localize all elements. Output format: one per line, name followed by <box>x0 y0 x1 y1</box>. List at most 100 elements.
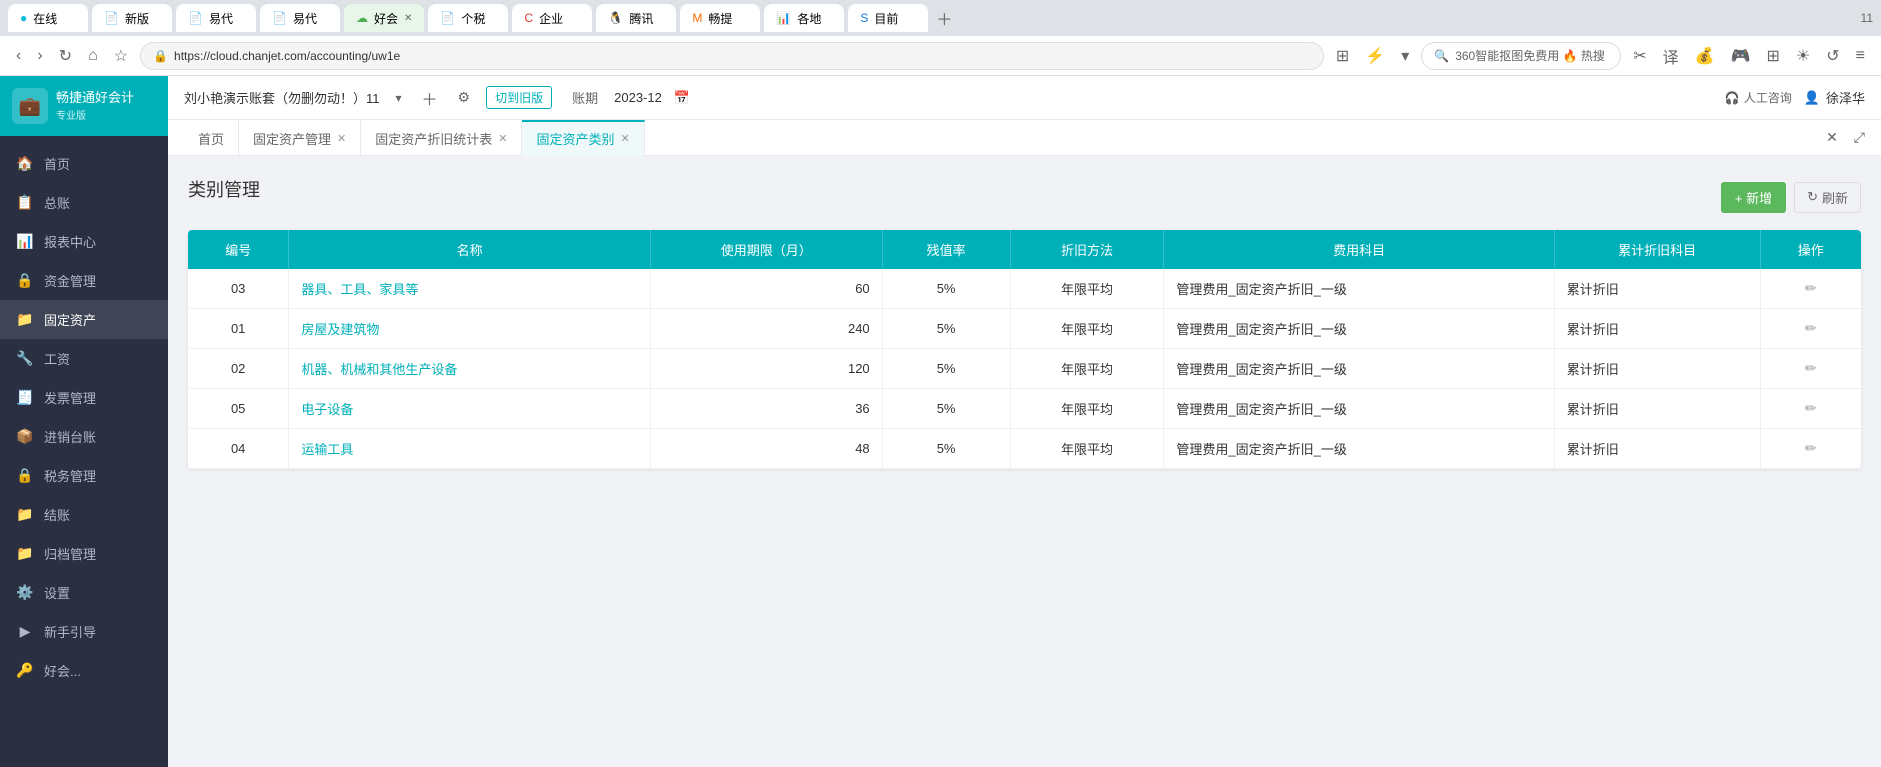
sidebar-item-checkout[interactable]: 📁 结账 <box>0 495 168 534</box>
inventory-icon: 📦 <box>16 428 34 446</box>
new-tab-button[interactable]: ＋ <box>932 2 956 34</box>
tab-fixed-asset-mgmt[interactable]: 固定资产管理 ✕ <box>239 120 361 156</box>
sidebar-item-fixed-assets[interactable]: 📁 固定资产 <box>0 300 168 339</box>
title-row: 类别管理 + 新增 ↻ 刷新 <box>188 176 1861 218</box>
home-button[interactable]: ⌂ <box>84 43 102 69</box>
edit-icon[interactable]: ✏ <box>1805 280 1817 296</box>
translate-button[interactable]: 译 <box>1659 40 1683 72</box>
bookmark-button[interactable]: ☆ <box>110 42 132 70</box>
tab-close-3[interactable]: ✕ <box>621 132 630 145</box>
browser-tab-0[interactable]: ● 在线 <box>8 4 88 32</box>
url-bar[interactable]: 🔒 https://cloud.chanjet.com/accounting/u… <box>140 42 1324 70</box>
grid-button[interactable]: ⊞ <box>1763 42 1784 70</box>
browser-tab-1[interactable]: 📄 新版 <box>92 4 172 32</box>
table-header: 编号 名称 使用期限（月） 残值率 折旧方法 费用科目 累计折旧科目 操作 <box>188 230 1861 269</box>
tab-close-2[interactable]: ✕ <box>498 132 507 145</box>
menu-button[interactable]: ≡ <box>1852 43 1869 69</box>
sidebar-nav: 🏠 首页 📋 总账 📊 报表中心 🔒 资金管理 📁 固定资产 🔧 工资 <box>0 136 168 767</box>
cell-name: 器具、工具、家具等 <box>289 269 651 309</box>
sidebar-item-funds[interactable]: 🔒 资金管理 <box>0 261 168 300</box>
page-tab-bar: 首页 固定资产管理 ✕ 固定资产折旧统计表 ✕ 固定资产类别 ✕ ✕ ⤢ <box>168 120 1881 156</box>
sidebar-logo: 💼 畅捷通好会计 专业版 <box>0 76 168 136</box>
lightning-button[interactable]: ⚡ <box>1361 42 1389 70</box>
calendar-icon[interactable]: 📅 <box>674 90 690 106</box>
cell-accumulated: 累计折旧 <box>1554 309 1760 349</box>
tab-home[interactable]: 首页 <box>184 120 239 156</box>
undo-button[interactable]: ↺ <box>1822 42 1843 70</box>
search-box[interactable]: 🔍 360智能抠图免费用 🔥 热搜 <box>1421 42 1621 70</box>
guide-icon: ▶ <box>16 623 34 641</box>
browser-tab-3[interactable]: 📄 易代 <box>260 4 340 32</box>
cell-action: ✏ <box>1760 309 1861 349</box>
cell-id: 03 <box>188 269 289 309</box>
cell-residual: 5% <box>882 429 1010 469</box>
company-name: 刘小艳演示账套（勿删勿动！）11 <box>184 88 380 107</box>
browser-tab-9[interactable]: 📊 各地 <box>764 4 844 32</box>
col-accumulated: 累计折旧科目 <box>1554 230 1760 269</box>
refresh-button[interactable]: ↻ 刷新 <box>1794 182 1861 213</box>
checkout-icon: 📁 <box>16 506 34 524</box>
sidebar-item-archive[interactable]: 📁 归档管理 <box>0 534 168 573</box>
cell-id: 01 <box>188 309 289 349</box>
reload-button[interactable]: ↻ <box>55 42 76 70</box>
tab-close-window-btn[interactable]: ✕ <box>1822 125 1842 150</box>
company-dropdown[interactable]: ▾ <box>392 87 406 109</box>
browser-tab-6[interactable]: C 企业 <box>512 4 592 32</box>
cell-name: 机器、机械和其他生产设备 <box>289 349 651 389</box>
sidebar-item-tax[interactable]: 🔒 税务管理 <box>0 456 168 495</box>
col-expense: 费用科目 <box>1164 230 1554 269</box>
address-bar: ‹ › ↻ ⌂ ☆ 🔒 https://cloud.chanjet.com/ac… <box>0 36 1881 76</box>
browser-tab-2[interactable]: 📄 易代 <box>176 4 256 32</box>
cell-action: ✏ <box>1760 429 1861 469</box>
sidebar-item-invoice[interactable]: 🧾 发票管理 <box>0 378 168 417</box>
sidebar-item-settings[interactable]: ⚙️ 设置 <box>0 573 168 612</box>
back-button[interactable]: ‹ <box>12 43 25 69</box>
service-button[interactable]: 🎧 人工咨询 <box>1725 89 1792 106</box>
wallet-button[interactable]: 💰 <box>1691 42 1719 70</box>
tab-maximize-btn[interactable]: ⤢ <box>1850 125 1869 150</box>
fixed-assets-icon: 📁 <box>16 311 34 329</box>
browser-tab-7[interactable]: 🐧 腾讯 <box>596 4 676 32</box>
cell-id: 04 <box>188 429 289 469</box>
devices-button[interactable]: ⊞ <box>1332 42 1353 70</box>
sidebar-item-home[interactable]: 🏠 首页 <box>0 144 168 183</box>
sidebar-item-accounting[interactable]: 🔑 好会... <box>0 651 168 690</box>
cell-period: 120 <box>650 349 882 389</box>
company-settings-button[interactable]: ⚙ <box>454 85 475 110</box>
edit-icon[interactable]: ✏ <box>1805 360 1817 376</box>
search-icon: 🔍 <box>1434 49 1449 63</box>
cell-period: 60 <box>650 269 882 309</box>
headset-icon: 🎧 <box>1725 91 1740 105</box>
forward-button[interactable]: › <box>33 43 46 69</box>
scissors-button[interactable]: ✂ <box>1629 42 1650 70</box>
tab-depreciation-stats[interactable]: 固定资产折旧统计表 ✕ <box>361 120 522 156</box>
tab-close-1[interactable]: ✕ <box>337 132 346 145</box>
edit-icon[interactable]: ✏ <box>1805 320 1817 336</box>
settings-button[interactable]: ☀ <box>1792 42 1814 70</box>
edit-icon[interactable]: ✏ <box>1805 400 1817 416</box>
browser-tab-4[interactable]: ☁ 好会 ✕ <box>344 4 424 32</box>
browser-tab-8[interactable]: M 畅提 <box>680 4 760 32</box>
browser-tab-close-4[interactable]: ✕ <box>404 13 412 24</box>
browser-tab-10[interactable]: S 目前 <box>848 4 928 32</box>
cell-expense: 管理费用_固定资产折旧_一级 <box>1164 309 1554 349</box>
cell-id: 05 <box>188 389 289 429</box>
sidebar-item-ledger[interactable]: 📋 总账 <box>0 183 168 222</box>
edit-icon[interactable]: ✏ <box>1805 440 1817 456</box>
browser-tab-5[interactable]: 📄 个税 <box>428 4 508 32</box>
add-company-button[interactable]: ＋ <box>418 82 442 114</box>
game-button[interactable]: 🎮 <box>1727 42 1755 70</box>
home-icon: 🏠 <box>16 155 34 173</box>
add-button[interactable]: + 新增 <box>1721 182 1786 213</box>
col-period: 使用期限（月） <box>650 230 882 269</box>
table-row: 01 房屋及建筑物 240 5% 年限平均 管理费用_固定资产折旧_一级 累计折… <box>188 309 1861 349</box>
dropdown-button[interactable]: ▾ <box>1397 42 1413 70</box>
sidebar-item-reports[interactable]: 📊 报表中心 <box>0 222 168 261</box>
sidebar-item-salary[interactable]: 🔧 工资 <box>0 339 168 378</box>
tab-count: 11 <box>1861 11 1873 25</box>
tab-asset-categories[interactable]: 固定资产类别 ✕ <box>522 120 644 156</box>
switch-old-btn[interactable]: 切到旧版 <box>486 86 552 109</box>
sidebar-item-inventory[interactable]: 📦 进销台账 <box>0 417 168 456</box>
cell-accumulated: 累计折旧 <box>1554 349 1760 389</box>
sidebar-item-guide[interactable]: ▶ 新手引导 <box>0 612 168 651</box>
